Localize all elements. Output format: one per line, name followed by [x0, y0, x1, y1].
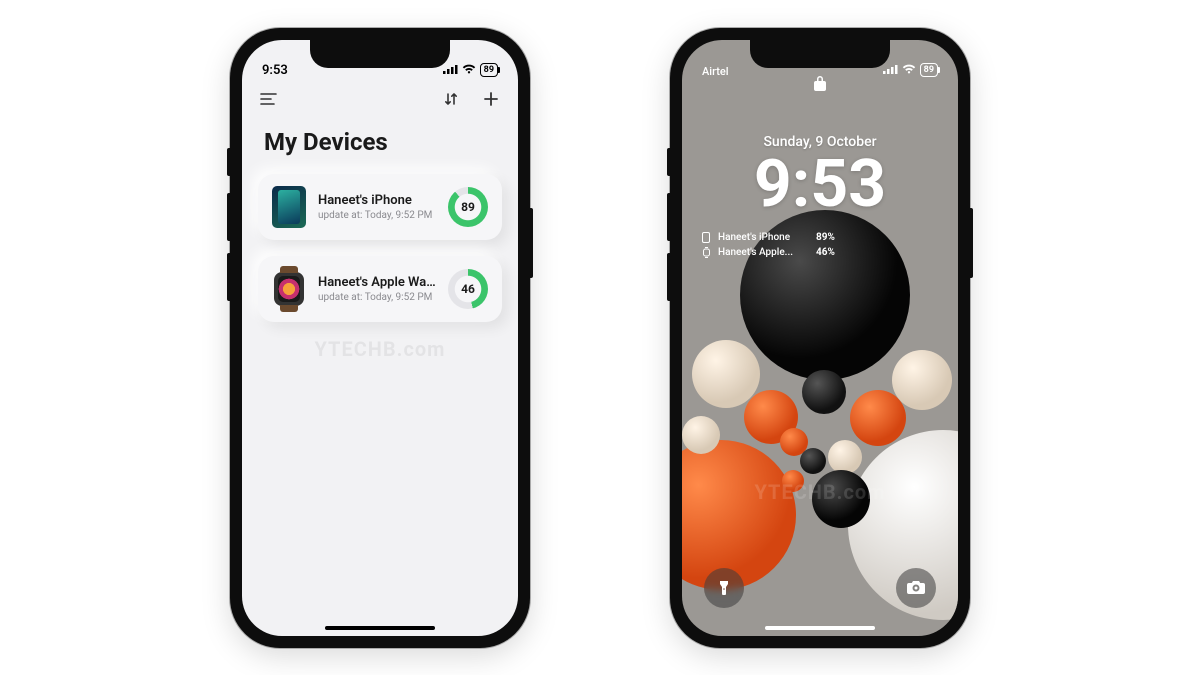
widget-value: 46%	[816, 247, 835, 258]
widget-row: Haneet's iPhone 89%	[702, 232, 958, 243]
phone-frame-left: 9:53 89	[230, 28, 530, 648]
device-card[interactable]: Haneet's iPhone update at: Today, 9:52 P…	[258, 174, 502, 240]
phone-glyph-icon	[702, 232, 712, 242]
flashlight-button[interactable]	[704, 568, 744, 608]
lockscreen-time: 9:53	[682, 152, 958, 218]
battery-value: 46	[461, 282, 475, 296]
add-icon[interactable]	[482, 90, 500, 108]
notch	[310, 40, 450, 68]
battery-ring: 89	[448, 187, 488, 227]
camera-button[interactable]	[896, 568, 936, 608]
page-title: My Devices	[242, 114, 518, 174]
device-iphone-icon	[272, 186, 306, 228]
device-subtitle: update at: Today, 9:52 PM	[318, 292, 436, 303]
device-subtitle: update at: Today, 9:52 PM	[318, 210, 436, 221]
app-screen: 9:53 89	[242, 40, 518, 636]
home-indicator[interactable]	[325, 626, 435, 630]
wifi-icon	[902, 63, 916, 78]
device-name: Haneet's Apple Wat...	[318, 275, 436, 290]
widget-row: Haneet's Apple... 46%	[702, 247, 958, 258]
battery-icon: 89	[480, 63, 498, 77]
widget-label: Haneet's Apple...	[718, 247, 810, 258]
device-card[interactable]: Haneet's Apple Wat... update at: Today, …	[258, 256, 502, 322]
status-time: 9:53	[262, 63, 312, 78]
watermark: YTECHB.com	[755, 480, 886, 504]
home-indicator[interactable]	[765, 626, 875, 630]
carrier-label: Airtel	[702, 65, 752, 78]
device-name: Haneet's iPhone	[318, 193, 436, 208]
lockscreen-widgets[interactable]: Haneet's iPhone 89% Haneet's Apple... 46…	[702, 232, 958, 258]
lock-screen: Airtel 89 Sunday, 9 October 9:53	[682, 40, 958, 636]
sort-icon[interactable]	[442, 90, 460, 108]
signal-icon	[443, 63, 458, 78]
device-list: Haneet's iPhone update at: Today, 9:52 P…	[242, 174, 518, 322]
notch	[750, 40, 890, 68]
widget-value: 89%	[816, 232, 835, 243]
wifi-icon	[462, 63, 476, 78]
battery-value: 89	[461, 200, 475, 214]
battery-ring: 46	[448, 269, 488, 309]
phone-frame-right: Airtel 89 Sunday, 9 October 9:53	[670, 28, 970, 648]
menu-icon[interactable]	[260, 90, 278, 108]
toolbar	[242, 80, 518, 114]
widget-label: Haneet's iPhone	[718, 232, 810, 243]
watch-glyph-icon	[702, 247, 712, 257]
battery-icon: 89	[920, 63, 938, 77]
lock-icon	[813, 74, 827, 96]
watermark: YTECHB.com	[315, 337, 446, 361]
signal-icon	[883, 63, 898, 78]
device-watch-icon	[272, 268, 306, 310]
